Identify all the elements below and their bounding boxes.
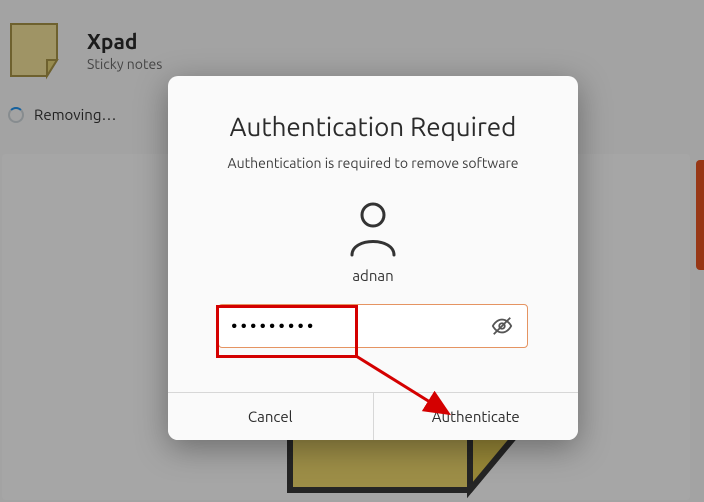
dialog-title: Authentication Required — [230, 112, 517, 141]
password-row — [218, 304, 528, 348]
user-block: adnan — [348, 201, 398, 284]
auth-dialog: Authentication Required Authentication i… — [168, 76, 578, 440]
dialog-body: Authentication Required Authentication i… — [168, 76, 578, 392]
username-label: adnan — [352, 267, 393, 284]
toggle-password-visibility-icon[interactable] — [485, 309, 519, 343]
cancel-button[interactable]: Cancel — [168, 393, 374, 440]
dialog-actions: Cancel Authenticate — [168, 392, 578, 440]
software-window: Xpad Sticky notes Removing… Authenticati… — [0, 0, 704, 502]
dialog-message: Authentication is required to remove sof… — [228, 155, 519, 171]
authenticate-button[interactable]: Authenticate — [374, 393, 579, 440]
user-avatar-icon — [348, 201, 398, 257]
password-input[interactable] — [219, 305, 485, 347]
